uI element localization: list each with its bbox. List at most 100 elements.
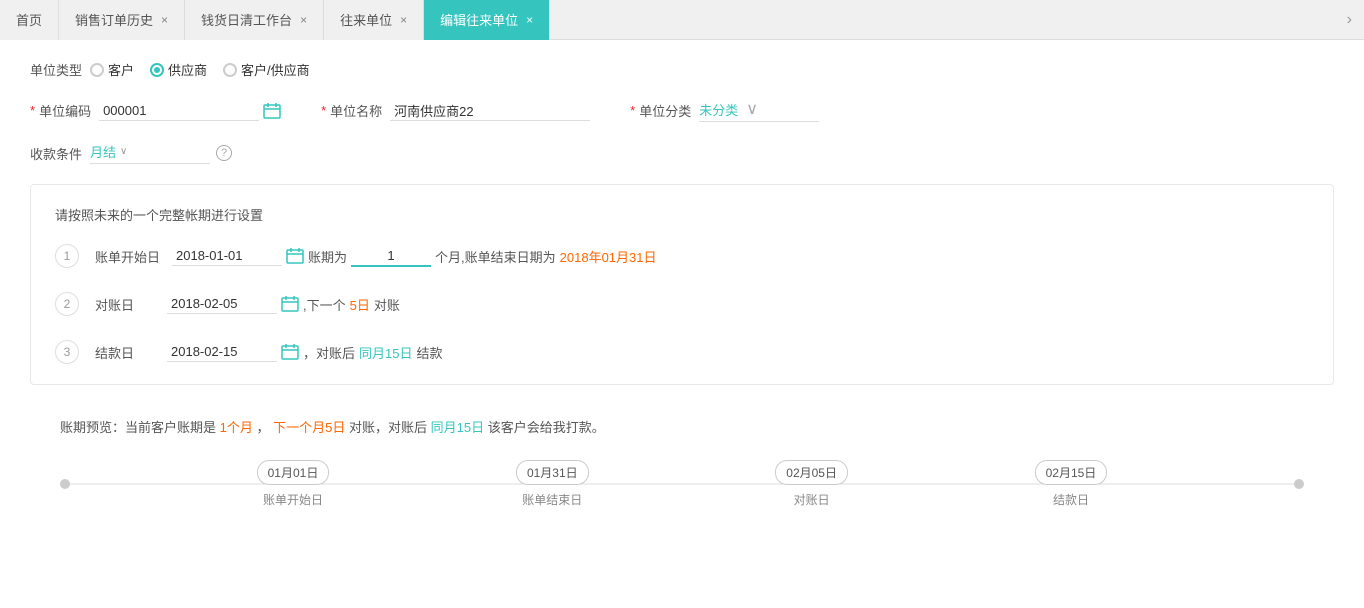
- payment-terms-label: 收款条件: [30, 144, 82, 163]
- tab-edit-counterpart-close[interactable]: ×: [526, 13, 533, 27]
- radio-customer-label: 客户: [108, 60, 134, 79]
- unit-type-row: 单位类型 客户 供应商 客户/供应商: [30, 60, 1334, 79]
- tab-counterpart-label: 往来单位: [340, 10, 392, 29]
- tab-home[interactable]: 首页: [0, 0, 59, 40]
- timeline-node-1-label: 账单开始日: [263, 491, 323, 508]
- tab-bar: 首页 销售订单历史 × 钱货日清工作台 × 往来单位 × 编辑往来单位 × ›: [0, 0, 1364, 40]
- timeline-node-2-pill: 01月31日: [516, 460, 589, 485]
- payment-date-input[interactable]: [167, 342, 277, 362]
- radio-both-circle: [223, 63, 237, 77]
- timeline-items: 01月01日 账单开始日 01月31日 账单结束日 02月05日 对账日 02月…: [60, 460, 1304, 508]
- row-num-1: 1: [55, 244, 79, 268]
- radio-both[interactable]: 客户/供应商: [223, 60, 310, 79]
- timeline-node-2: 01月31日 账单结束日: [516, 460, 589, 508]
- payment-terms-value: 月结: [90, 142, 116, 161]
- required-mark-category: *: [630, 103, 635, 118]
- unit-category-group: * 单位分类 未分类 ∨: [630, 99, 819, 122]
- unit-code-label: 单位编码: [39, 101, 91, 120]
- row-num-2: 2: [55, 292, 79, 316]
- radio-supplier-circle: [150, 63, 164, 77]
- payment-terms-help-icon[interactable]: ?: [216, 145, 232, 161]
- preview-reconcile-day-highlight: 下一个月5日: [273, 420, 345, 435]
- radio-both-label: 客户/供应商: [241, 60, 310, 79]
- unit-category-dropdown-icon: ∨: [746, 99, 758, 119]
- timeline-node-3: 02月05日 对账日: [775, 460, 848, 508]
- timeline-node-1-pill: 01月01日: [257, 460, 330, 485]
- timeline-node-3-pill: 02月05日: [775, 460, 848, 485]
- preview-sep: ，: [257, 420, 270, 435]
- timeline-node-3-label: 对账日: [794, 491, 830, 508]
- timeline-node-4: 02月15日 结款日: [1035, 460, 1108, 508]
- row-2-field-label: 对账日: [95, 295, 155, 314]
- unit-name-label: 单位名称: [330, 101, 382, 120]
- tab-home-label: 首页: [16, 10, 42, 29]
- radio-customer-circle: [90, 63, 104, 77]
- preview-period-highlight: 1个月: [220, 420, 253, 435]
- unit-category-label: 单位分类: [639, 101, 691, 120]
- tab-counterpart[interactable]: 往来单位 ×: [324, 0, 424, 40]
- preview-reconcile-text: 对账，对账后: [349, 420, 427, 435]
- reconcile-day-highlight: 5日: [350, 295, 370, 314]
- unit-type-label: 单位类型: [30, 60, 82, 79]
- config-row-2: 2 对账日 ,下一个 5日 对账: [55, 292, 1309, 316]
- row-3-field-label: 结款日: [95, 343, 155, 362]
- timeline-end-dot: [1294, 479, 1304, 489]
- preview-payment-day-highlight: 同月15日: [431, 420, 484, 435]
- period-settings-section: 请按照未来的一个完整帐期进行设置 1 账单开始日 账期为 个月,账单结束日期为 …: [30, 184, 1334, 385]
- tab-counterpart-close[interactable]: ×: [400, 13, 407, 27]
- unit-code-group: * 单位编码: [30, 101, 281, 121]
- tab-edit-counterpart-label: 编辑往来单位: [440, 10, 518, 29]
- payment-terms-row: 收款条件 月结 ∨ ?: [30, 142, 1334, 164]
- preview-end-text: 该客户会给我打款。: [488, 420, 605, 435]
- tab-cash-work[interactable]: 钱货日清工作台 ×: [185, 0, 324, 40]
- preview-label: 账期预览：当前客户账期是: [60, 420, 216, 435]
- tab-cash-work-label: 钱货日清工作台: [201, 10, 292, 29]
- reconcile-suffix: 对账: [374, 295, 400, 314]
- tab-arrow[interactable]: ›: [1335, 11, 1364, 29]
- tab-cash-work-close[interactable]: ×: [300, 13, 307, 27]
- reconcile-date-cal-icon[interactable]: [281, 295, 299, 313]
- timeline-container: 01月01日 账单开始日 01月31日 账单结束日 02月05日 对账日 02月…: [30, 460, 1334, 508]
- radio-supplier[interactable]: 供应商: [150, 60, 207, 79]
- section-instruction: 请按照未来的一个完整帐期进行设置: [55, 205, 1309, 224]
- radio-supplier-label: 供应商: [168, 60, 207, 79]
- unit-info-row: * 单位编码 * 单位名称 * 单位分类 未分类 ∨: [30, 99, 1334, 122]
- radio-group-unit-type: 客户 供应商 客户/供应商: [90, 60, 310, 79]
- unit-category-select[interactable]: 未分类 ∨: [699, 99, 819, 122]
- main-content: 单位类型 客户 供应商 客户/供应商 * 单位编码: [0, 40, 1364, 608]
- tab-sales-order-history-label: 销售订单历史: [75, 10, 153, 29]
- period-value-input[interactable]: [351, 246, 431, 267]
- required-mark-name: *: [321, 103, 326, 118]
- payment-terms-select[interactable]: 月结 ∨: [90, 142, 210, 164]
- payment-date-cal-icon[interactable]: [281, 343, 299, 361]
- unit-code-icon[interactable]: [263, 102, 281, 120]
- start-date-cal-icon[interactable]: [286, 247, 304, 265]
- period-end-date-highlight: 2018年01月31日: [560, 247, 657, 266]
- tab-edit-counterpart[interactable]: 编辑往来单位 ×: [424, 0, 550, 40]
- row-1-field-label: 账单开始日: [95, 247, 160, 266]
- payment-suffix: 结款: [416, 343, 442, 362]
- reconcile-date-input[interactable]: [167, 294, 277, 314]
- config-row-1: 1 账单开始日 账期为 个月,账单结束日期为 2018年01月31日: [55, 244, 1309, 268]
- unit-category-value: 未分类: [699, 100, 738, 119]
- preview-text: 账期预览：当前客户账期是 1个月 ， 下一个月5日 对账，对账后 同月15日 该…: [30, 417, 1334, 436]
- start-date-input[interactable]: [172, 246, 282, 266]
- unit-code-input[interactable]: [99, 101, 259, 121]
- radio-customer[interactable]: 客户: [90, 60, 134, 79]
- config-row-3: 3 结款日 ，对账后 同月15日 结款: [55, 340, 1309, 364]
- payment-day-highlight: 同月15日: [359, 343, 412, 362]
- preview-section: 账期预览：当前客户账期是 1个月 ， 下一个月5日 对账，对账后 同月15日 该…: [30, 401, 1334, 508]
- reconcile-prefix: ,下一个: [303, 295, 346, 314]
- timeline-node-4-pill: 02月15日: [1035, 460, 1108, 485]
- required-mark-code: *: [30, 103, 35, 118]
- timeline-node-1: 01月01日 账单开始日: [257, 460, 330, 508]
- timeline-node-4-label: 结款日: [1053, 491, 1089, 508]
- row-num-3: 3: [55, 340, 79, 364]
- tab-sales-order-history-close[interactable]: ×: [161, 13, 168, 27]
- timeline-node-2-label: 账单结束日: [522, 491, 582, 508]
- period-unit-text: 个月,账单结束日期为: [435, 247, 556, 266]
- payment-terms-arrow: ∨: [120, 146, 127, 157]
- tab-sales-order-history[interactable]: 销售订单历史 ×: [59, 0, 185, 40]
- unit-name-input[interactable]: [390, 101, 590, 121]
- timeline-start-dot: [60, 479, 70, 489]
